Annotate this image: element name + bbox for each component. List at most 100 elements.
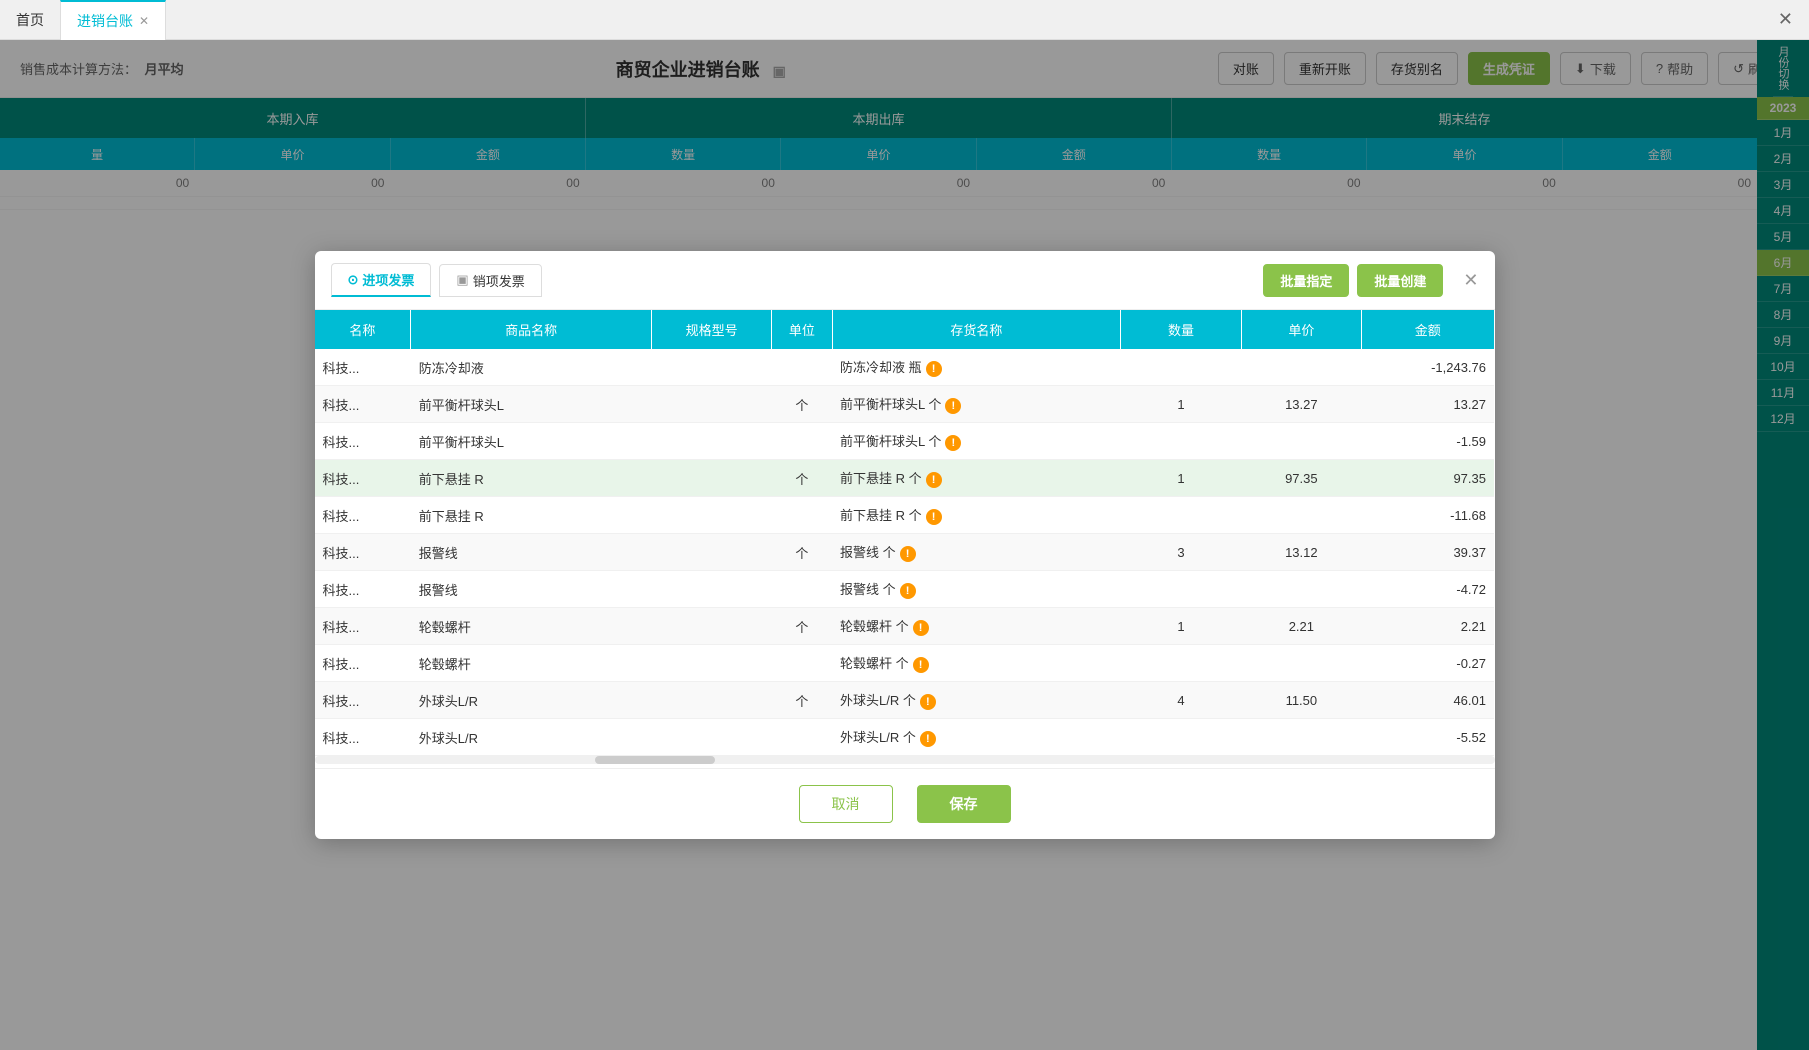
cell-qty: 3 [1121, 534, 1241, 571]
cell-name: 科技... [315, 497, 411, 534]
cell-unit [772, 645, 832, 682]
tab-ledger[interactable]: 进销台账 ✕ [60, 0, 166, 40]
cell-name: 科技... [315, 460, 411, 497]
table-row[interactable]: 科技... 报警线 个 报警线 个! 3 13.12 39.37 [315, 534, 1495, 571]
cell-price: 97.35 [1241, 460, 1361, 497]
tab-close-icon[interactable]: ✕ [139, 14, 149, 28]
cell-name: 科技... [315, 719, 411, 756]
cell-amount: -1,243.76 [1362, 349, 1494, 386]
cell-spec [651, 682, 771, 719]
warn-icon: ! [926, 472, 942, 488]
table-row[interactable]: 科技... 前平衡杆球头L 前平衡杆球头L 个! -1.59 [315, 423, 1495, 460]
cell-price: 13.12 [1241, 534, 1361, 571]
cell-price [1241, 349, 1361, 386]
cell-spec [651, 460, 771, 497]
cell-product: 前平衡杆球头L [411, 386, 652, 423]
col-product: 商品名称 [411, 310, 652, 349]
cell-price [1241, 497, 1361, 534]
cell-unit: 个 [772, 534, 832, 571]
table-row[interactable]: 科技... 轮毂螺杆 轮毂螺杆 个! -0.27 [315, 645, 1495, 682]
cell-spec [651, 423, 771, 460]
cell-amount: 13.27 [1362, 386, 1494, 423]
cell-unit: 个 [772, 608, 832, 645]
invoice-table: 名称 商品名称 规格型号 单位 存货名称 数量 单价 金额 科技... 防冻冷却… [315, 310, 1495, 756]
cell-stock: 前下悬挂 R 个! [832, 460, 1121, 497]
table-row[interactable]: 科技... 报警线 报警线 个! -4.72 [315, 571, 1495, 608]
table-row[interactable]: 科技... 防冻冷却液 防冻冷却液 瓶! -1,243.76 [315, 349, 1495, 386]
cancel-button[interactable]: 取消 [799, 785, 893, 823]
cell-unit: 个 [772, 460, 832, 497]
cell-price: 13.27 [1241, 386, 1361, 423]
modal-table-wrapper[interactable]: 名称 商品名称 规格型号 单位 存货名称 数量 单价 金额 科技... 防冻冷却… [315, 310, 1495, 756]
cell-price [1241, 571, 1361, 608]
cell-spec [651, 497, 771, 534]
modal-footer: 取消 保存 [315, 768, 1495, 839]
cell-product: 前平衡杆球头L [411, 423, 652, 460]
cell-price [1241, 645, 1361, 682]
batch-assign-button[interactable]: 批量指定 [1263, 264, 1349, 297]
cell-unit [772, 423, 832, 460]
cell-amount: 97.35 [1362, 460, 1494, 497]
cell-product: 外球头L/R [411, 719, 652, 756]
cell-name: 科技... [315, 534, 411, 571]
window-close-button[interactable]: ✕ [1778, 9, 1793, 30]
col-spec: 规格型号 [651, 310, 771, 349]
cell-qty [1121, 423, 1241, 460]
cell-amount: 46.01 [1362, 682, 1494, 719]
cell-qty: 1 [1121, 608, 1241, 645]
tab-home[interactable]: 首页 [0, 0, 60, 40]
horizontal-scrollbar[interactable] [315, 756, 1495, 764]
table-row[interactable]: 科技... 前下悬挂 R 前下悬挂 R 个! -11.68 [315, 497, 1495, 534]
cell-product: 轮毂螺杆 [411, 608, 652, 645]
modal-header: ⊙ 进项发票 ▣ 销项发票 批量指定 批量创建 ✕ [315, 251, 1495, 310]
main-content: 销售成本计算方法： 月平均 商贸企业进销台账 ▣ 对账 重新开账 存货别名 生成… [0, 40, 1809, 1050]
modal-close-button[interactable]: ✕ [1463, 270, 1478, 291]
warn-icon: ! [900, 583, 916, 599]
cell-unit [772, 497, 832, 534]
warn-icon: ! [945, 398, 961, 414]
cell-qty: 1 [1121, 386, 1241, 423]
cell-product: 前下悬挂 R [411, 460, 652, 497]
cell-spec [651, 645, 771, 682]
warn-icon: ! [900, 546, 916, 562]
cell-product: 前下悬挂 R [411, 497, 652, 534]
table-row[interactable]: 科技... 前平衡杆球头L 个 前平衡杆球头L 个! 1 13.27 13.27 [315, 386, 1495, 423]
cell-name: 科技... [315, 645, 411, 682]
col-qty: 数量 [1121, 310, 1241, 349]
cell-qty [1121, 719, 1241, 756]
cell-unit: 个 [772, 682, 832, 719]
cell-amount: -4.72 [1362, 571, 1494, 608]
cell-product: 外球头L/R [411, 682, 652, 719]
cell-stock: 前下悬挂 R 个! [832, 497, 1121, 534]
cell-amount: -1.59 [1362, 423, 1494, 460]
col-amount: 金额 [1362, 310, 1494, 349]
warn-icon: ! [920, 694, 936, 710]
cell-name: 科技... [315, 608, 411, 645]
tab-in-invoice[interactable]: ⊙ 进项发票 [331, 263, 432, 297]
cell-stock: 轮毂螺杆 个! [832, 608, 1121, 645]
table-row[interactable]: 科技... 外球头L/R 外球头L/R 个! -5.52 [315, 719, 1495, 756]
table-row[interactable]: 科技... 轮毂螺杆 个 轮毂螺杆 个! 1 2.21 2.21 [315, 608, 1495, 645]
tab-out-invoice[interactable]: ▣ 销项发票 [439, 264, 541, 297]
cell-stock: 报警线 个! [832, 571, 1121, 608]
cell-stock: 前平衡杆球头L 个! [832, 423, 1121, 460]
cell-product: 防冻冷却液 [411, 349, 652, 386]
scrollbar-thumb[interactable] [595, 756, 715, 764]
cell-spec [651, 534, 771, 571]
cell-price [1241, 719, 1361, 756]
in-invoice-icon: ⊙ [348, 272, 359, 288]
table-row[interactable]: 科技... 前下悬挂 R 个 前下悬挂 R 个! 1 97.35 97.35 [315, 460, 1495, 497]
batch-create-button[interactable]: 批量创建 [1357, 264, 1443, 297]
col-unit: 单位 [772, 310, 832, 349]
warn-icon: ! [913, 620, 929, 636]
cell-unit [772, 571, 832, 608]
cell-product: 报警线 [411, 534, 652, 571]
cell-stock: 防冻冷却液 瓶! [832, 349, 1121, 386]
save-button[interactable]: 保存 [917, 785, 1011, 823]
table-row[interactable]: 科技... 外球头L/R 个 外球头L/R 个! 4 11.50 46.01 [315, 682, 1495, 719]
modal-actions: 批量指定 批量创建 [1263, 264, 1443, 297]
tab-bar: 首页 进销台账 ✕ ✕ [0, 0, 1809, 40]
cell-qty [1121, 645, 1241, 682]
warn-icon: ! [945, 435, 961, 451]
cell-spec [651, 608, 771, 645]
